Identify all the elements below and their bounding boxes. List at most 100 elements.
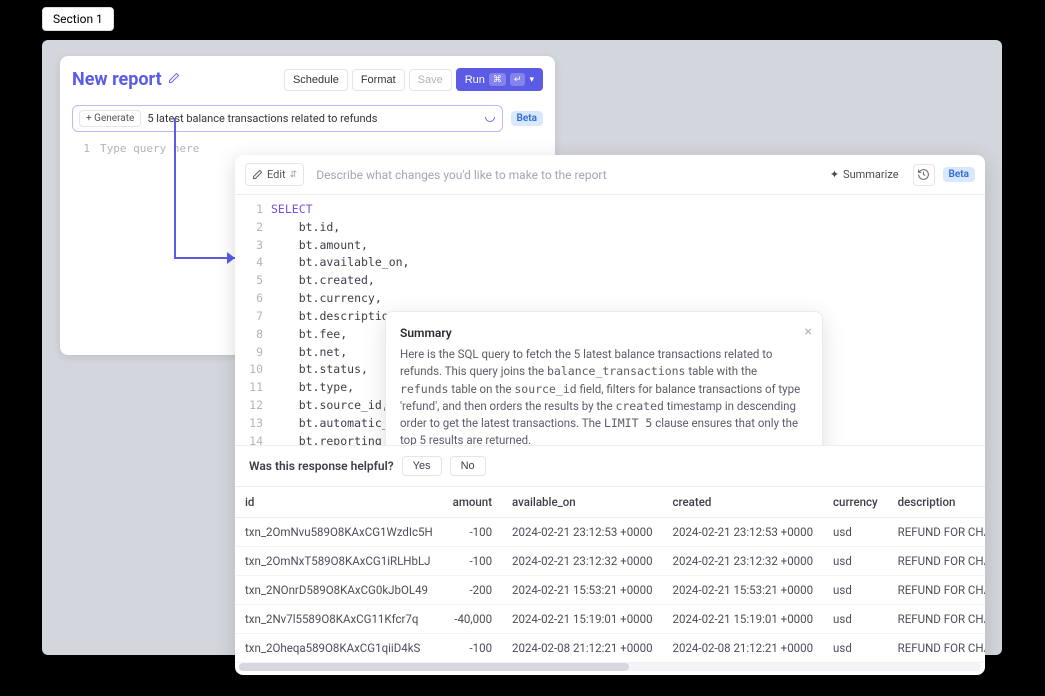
table-cell: 2024-02-21 15:19:01 +0000 <box>663 605 824 634</box>
column-header[interactable]: available_on <box>502 487 663 518</box>
edit-button-label: Edit <box>267 168 286 181</box>
horizontal-scrollbar[interactable] <box>239 663 981 671</box>
summary-body: Here is the SQL query to fetch the 5 lat… <box>400 346 808 445</box>
table-cell: REFUND FOR CHARGE (Subscription updat <box>888 576 985 605</box>
section-tab[interactable]: Section 1 <box>42 7 114 31</box>
summarize-button[interactable]: ✦ Summarize <box>824 164 905 185</box>
sql-gutter: 123456789101112131415161718 <box>235 201 271 445</box>
table-cell: txn_2OmNxT589O8KAxCG1iRLHbLJ <box>235 547 443 576</box>
column-header[interactable]: created <box>663 487 824 518</box>
table-row[interactable]: txn_2NOnrD589O8KAxCG0kJbOL49-2002024-02-… <box>235 576 985 605</box>
table-cell: usd <box>823 576 888 605</box>
summary-popover: × Summary Here is the SQL query to fetch… <box>385 311 823 445</box>
table-cell: -100 <box>443 634 502 663</box>
table-cell: REFUND FOR CHARGE (Payment for Invoice <box>888 605 985 634</box>
editor-placeholder: Type query here <box>100 142 199 155</box>
column-header[interactable]: id <box>235 487 443 518</box>
page-title: New report <box>72 69 180 90</box>
table-cell: -100 <box>443 547 502 576</box>
results-table-wrap: idamountavailable_oncreatedcurrencydescr… <box>235 486 985 675</box>
prompt-box[interactable]: + Generate 5 latest balance transactions… <box>72 105 503 132</box>
scrollbar-thumb[interactable] <box>239 663 629 671</box>
summarize-button-label: Summarize <box>843 168 898 181</box>
table-cell: txn_2NOnrD589O8KAxCG0kJbOL49 <box>235 576 443 605</box>
schedule-button[interactable]: Schedule <box>284 69 348 91</box>
table-body: txn_2OmNvu589O8KAxCG1WzdIc5H-1002024-02-… <box>235 518 985 663</box>
summary-code: created <box>615 399 663 413</box>
pencil-icon <box>252 169 263 180</box>
table-row[interactable]: txn_2Nv7l5589O8KAxCG11Kfcr7q-40,0002024-… <box>235 605 985 634</box>
run-button[interactable]: Run ⌘ ↵ ▾ <box>456 68 543 91</box>
schedule-button-label: Schedule <box>293 74 339 86</box>
table-cell: 2024-02-21 23:12:32 +0000 <box>663 547 824 576</box>
format-button[interactable]: Format <box>352 69 405 91</box>
history-icon <box>917 168 930 181</box>
save-button-label: Save <box>418 74 443 86</box>
summary-code: refunds <box>400 382 448 396</box>
table-cell: txn_2Nv7l5589O8KAxCG11Kfcr7q <box>235 605 443 634</box>
chevron-down-icon[interactable]: ▾ <box>529 74 534 85</box>
table-cell: 2024-02-08 21:12:21 +0000 <box>663 634 824 663</box>
column-header[interactable]: currency <box>823 487 888 518</box>
run-kbd2: ↵ <box>510 73 526 86</box>
feedback-no-label: No <box>461 460 475 472</box>
table-cell: txn_2OmNvu589O8KAxCG1WzdIc5H <box>235 518 443 547</box>
beta-badge: Beta <box>511 111 543 126</box>
table-cell: -40,000 <box>443 605 502 634</box>
table-cell: txn_2Oheqa589O8KAxCG1qiiD4kS <box>235 634 443 663</box>
sql-editor[interactable]: 123456789101112131415161718 SELECT bt.id… <box>235 195 985 445</box>
table-cell: 2024-02-21 23:12:53 +0000 <box>663 518 824 547</box>
table-cell: usd <box>823 518 888 547</box>
feedback-no-button[interactable]: No <box>450 456 486 476</box>
run-button-label: Run <box>465 74 485 86</box>
table-row[interactable]: txn_2Oheqa589O8KAxCG1qiiD4kS-1002024-02-… <box>235 634 985 663</box>
column-header[interactable]: amount <box>443 487 502 518</box>
table-cell: -100 <box>443 518 502 547</box>
editor-gutter: 1 <box>72 142 90 155</box>
feedback-yes-label: Yes <box>413 460 431 472</box>
table-cell: REFUND FOR CHARGE <box>888 634 985 663</box>
table-cell: 2024-02-21 23:12:32 +0000 <box>502 547 663 576</box>
history-button[interactable] <box>913 164 935 186</box>
generate-button-label: + Generate <box>86 113 134 124</box>
sparkle-icon: ✦ <box>830 168 839 181</box>
table-cell: usd <box>823 634 888 663</box>
beta-badge: Beta <box>943 167 975 182</box>
summary-code: source_id <box>514 382 576 396</box>
save-button: Save <box>409 69 452 91</box>
sort-icon: ⇵ <box>290 170 298 180</box>
query-editor[interactable]: 1 Type query here <box>72 142 543 155</box>
summary-title: Summary <box>400 324 808 342</box>
close-icon[interactable]: × <box>805 322 812 343</box>
edit-button[interactable]: Edit ⇵ <box>245 163 304 186</box>
column-header[interactable]: description <box>888 487 985 518</box>
edit-prompt-input[interactable]: Describe what changes you'd like to make… <box>312 164 816 186</box>
edit-title-icon[interactable] <box>168 72 180 88</box>
table-cell: 2024-02-21 15:53:21 +0000 <box>663 576 824 605</box>
feedback-question: Was this response helpful? <box>249 459 394 473</box>
table-cell: 2024-02-21 23:12:53 +0000 <box>502 518 663 547</box>
results-toolbar: Edit ⇵ Describe what changes you'd like … <box>235 155 985 195</box>
table-cell: REFUND FOR CHARGE <box>888 547 985 576</box>
table-header-row: idamountavailable_oncreatedcurrencydescr… <box>235 487 985 518</box>
format-button-label: Format <box>361 74 396 86</box>
table-cell: 2024-02-21 15:19:01 +0000 <box>502 605 663 634</box>
results-card: Edit ⇵ Describe what changes you'd like … <box>235 155 985 675</box>
new-report-header: New report Schedule Format Save Run ⌘ ↵ … <box>72 68 543 101</box>
loading-icon <box>484 111 496 126</box>
summary-text: table with the <box>685 364 757 378</box>
table-cell: 2024-02-08 21:12:21 +0000 <box>502 634 663 663</box>
table-cell: 2024-02-21 15:53:21 +0000 <box>502 576 663 605</box>
table-row[interactable]: txn_2OmNvu589O8KAxCG1WzdIc5H-1002024-02-… <box>235 518 985 547</box>
generate-button[interactable]: + Generate <box>79 110 141 127</box>
results-table: idamountavailable_oncreatedcurrencydescr… <box>235 486 985 663</box>
table-cell: usd <box>823 605 888 634</box>
prompt-input[interactable]: 5 latest balance transactions related to… <box>147 112 477 125</box>
table-row[interactable]: txn_2OmNxT589O8KAxCG1iRLHbLJ-1002024-02-… <box>235 547 985 576</box>
prompt-row: + Generate 5 latest balance transactions… <box>72 105 543 132</box>
summary-code: balance_transactions <box>547 364 685 378</box>
summary-text: table on the <box>448 382 514 396</box>
table-cell: usd <box>823 547 888 576</box>
table-cell: REFUND FOR CHARGE <box>888 518 985 547</box>
feedback-yes-button[interactable]: Yes <box>402 456 442 476</box>
